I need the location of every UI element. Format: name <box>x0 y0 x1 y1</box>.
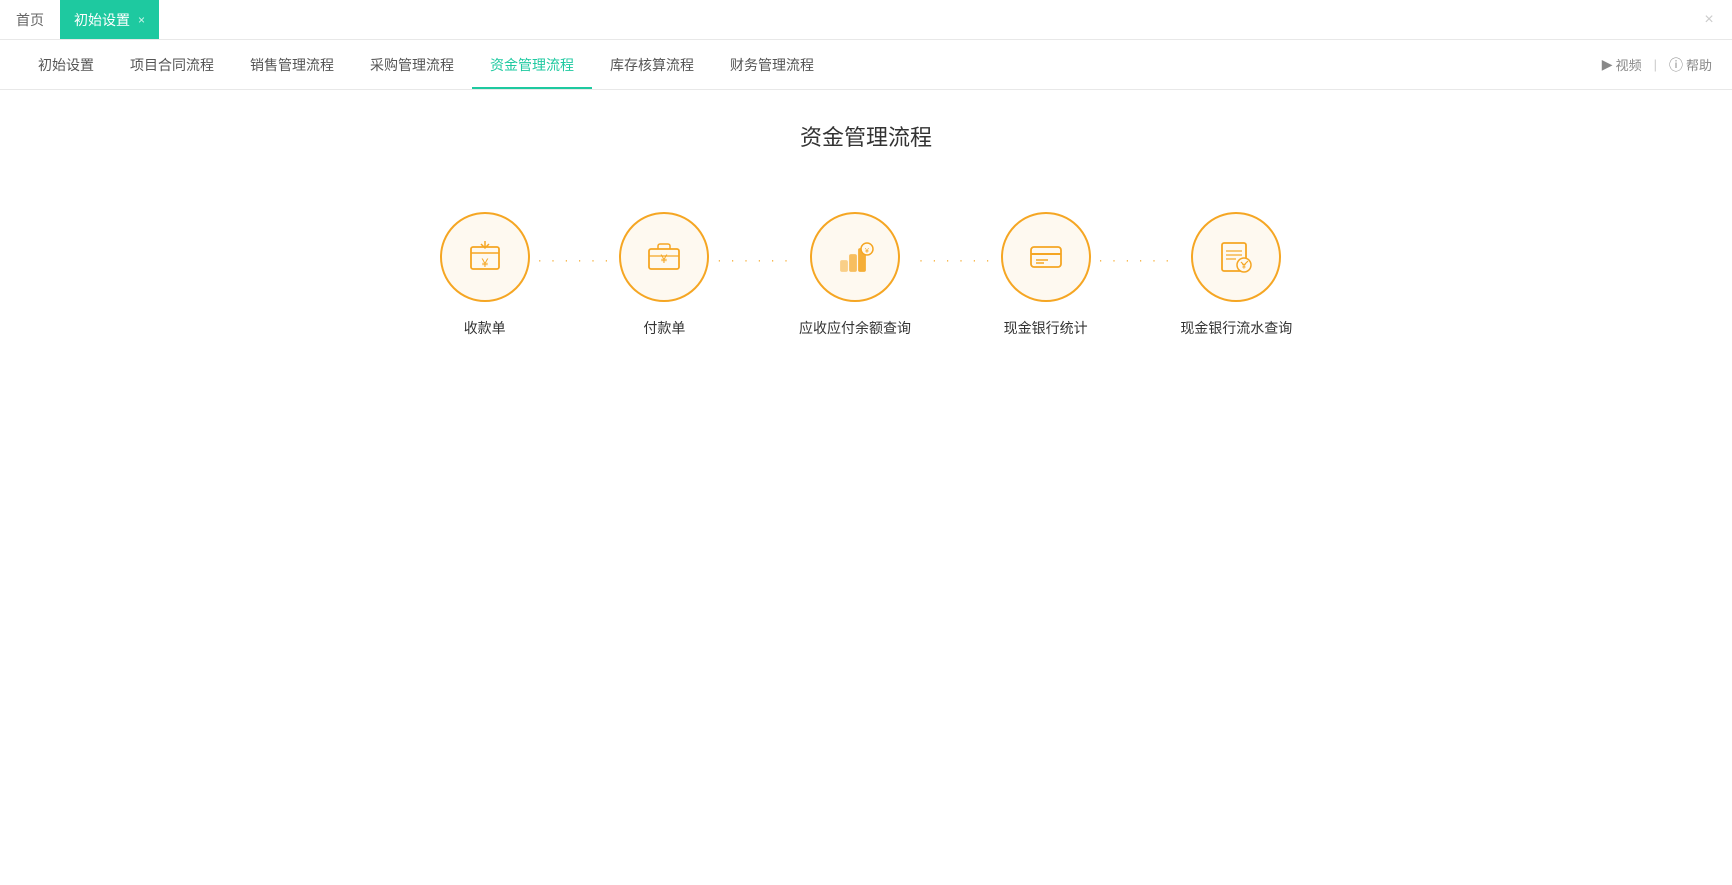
svg-text:¥: ¥ <box>480 256 488 270</box>
payment-icon: ¥ <box>642 235 686 279</box>
top-bar-right: × <box>1702 13 1732 27</box>
active-tab[interactable]: 初始设置 × <box>60 0 159 39</box>
bank-stat-circle <box>1001 212 1091 302</box>
nav-inventory[interactable]: 库存核算流程 <box>592 40 712 89</box>
balance-icon: ¥ <box>833 235 877 279</box>
flow-item-bank-stat[interactable]: 现金银行统计 <box>1001 212 1091 338</box>
flow-container: ¥ 收款单 · · · · · · ¥ 付款单 <box>316 212 1416 338</box>
balance-label: 应收应付余额查询 <box>799 318 911 338</box>
connector-1: · · · · · · <box>530 253 620 297</box>
svg-text:¥: ¥ <box>1242 264 1246 271</box>
flow-item-payment[interactable]: ¥ 付款单 <box>619 212 709 338</box>
balance-circle: ¥ <box>810 212 900 302</box>
receipt-label: 收款单 <box>464 318 506 338</box>
nav-project[interactable]: 项目合同流程 <box>112 40 232 89</box>
play-circle-icon: ▶ <box>1602 56 1613 73</box>
close-tab-icon[interactable]: × <box>138 13 145 27</box>
svg-text:¥: ¥ <box>660 252 668 266</box>
connector-2: · · · · · · <box>709 253 799 297</box>
bank-flow-circle: ¥ <box>1191 212 1281 302</box>
top-bar: 首页 初始设置 × × <box>0 0 1732 40</box>
connector-3: · · · · · · <box>911 253 1001 297</box>
home-tab[interactable]: 首页 <box>0 0 60 39</box>
receipt-circle: ¥ <box>440 212 530 302</box>
question-icon: ⓘ <box>1669 55 1683 75</box>
bank-flow-icon: ¥ <box>1214 235 1258 279</box>
nav-init[interactable]: 初始设置 <box>20 40 112 89</box>
nav-finance[interactable]: 财务管理流程 <box>712 40 832 89</box>
nav-sales[interactable]: 销售管理流程 <box>232 40 352 89</box>
flow-item-receipt[interactable]: ¥ 收款单 <box>440 212 530 338</box>
window-close-icon[interactable]: × <box>1702 13 1716 27</box>
bank-flow-label: 现金银行流水查询 <box>1180 318 1292 338</box>
bank-stat-icon <box>1024 235 1068 279</box>
payment-label: 付款单 <box>643 318 685 338</box>
help-link[interactable]: ⓘ 帮助 <box>1669 55 1712 75</box>
page-title: 资金管理流程 <box>800 120 932 152</box>
svg-text:¥: ¥ <box>865 248 869 255</box>
nav-bar: 初始设置 项目合同流程 销售管理流程 采购管理流程 资金管理流程 库存核算流程 … <box>0 40 1732 90</box>
payment-circle: ¥ <box>619 212 709 302</box>
nav-purchase[interactable]: 采购管理流程 <box>352 40 472 89</box>
video-help-link[interactable]: ▶ 视频 <box>1602 55 1642 74</box>
active-tab-label: 初始设置 <box>74 10 130 30</box>
nav-bar-help: ▶ 视频 | ⓘ 帮助 <box>1602 55 1712 75</box>
bank-stat-label: 现金银行统计 <box>1004 318 1088 338</box>
receipt-icon: ¥ <box>463 235 507 279</box>
flow-item-balance[interactable]: ¥ 应收应付余额查询 <box>799 212 911 338</box>
nav-capital[interactable]: 资金管理流程 <box>472 40 592 89</box>
main-content: 资金管理流程 ¥ 收款单 · · · · · · <box>0 90 1732 368</box>
video-label: 视频 <box>1616 55 1642 74</box>
connector-4: · · · · · · <box>1091 253 1181 297</box>
flow-item-bank-flow[interactable]: ¥ 现金银行流水查询 <box>1180 212 1292 338</box>
help-label: 帮助 <box>1686 55 1712 74</box>
